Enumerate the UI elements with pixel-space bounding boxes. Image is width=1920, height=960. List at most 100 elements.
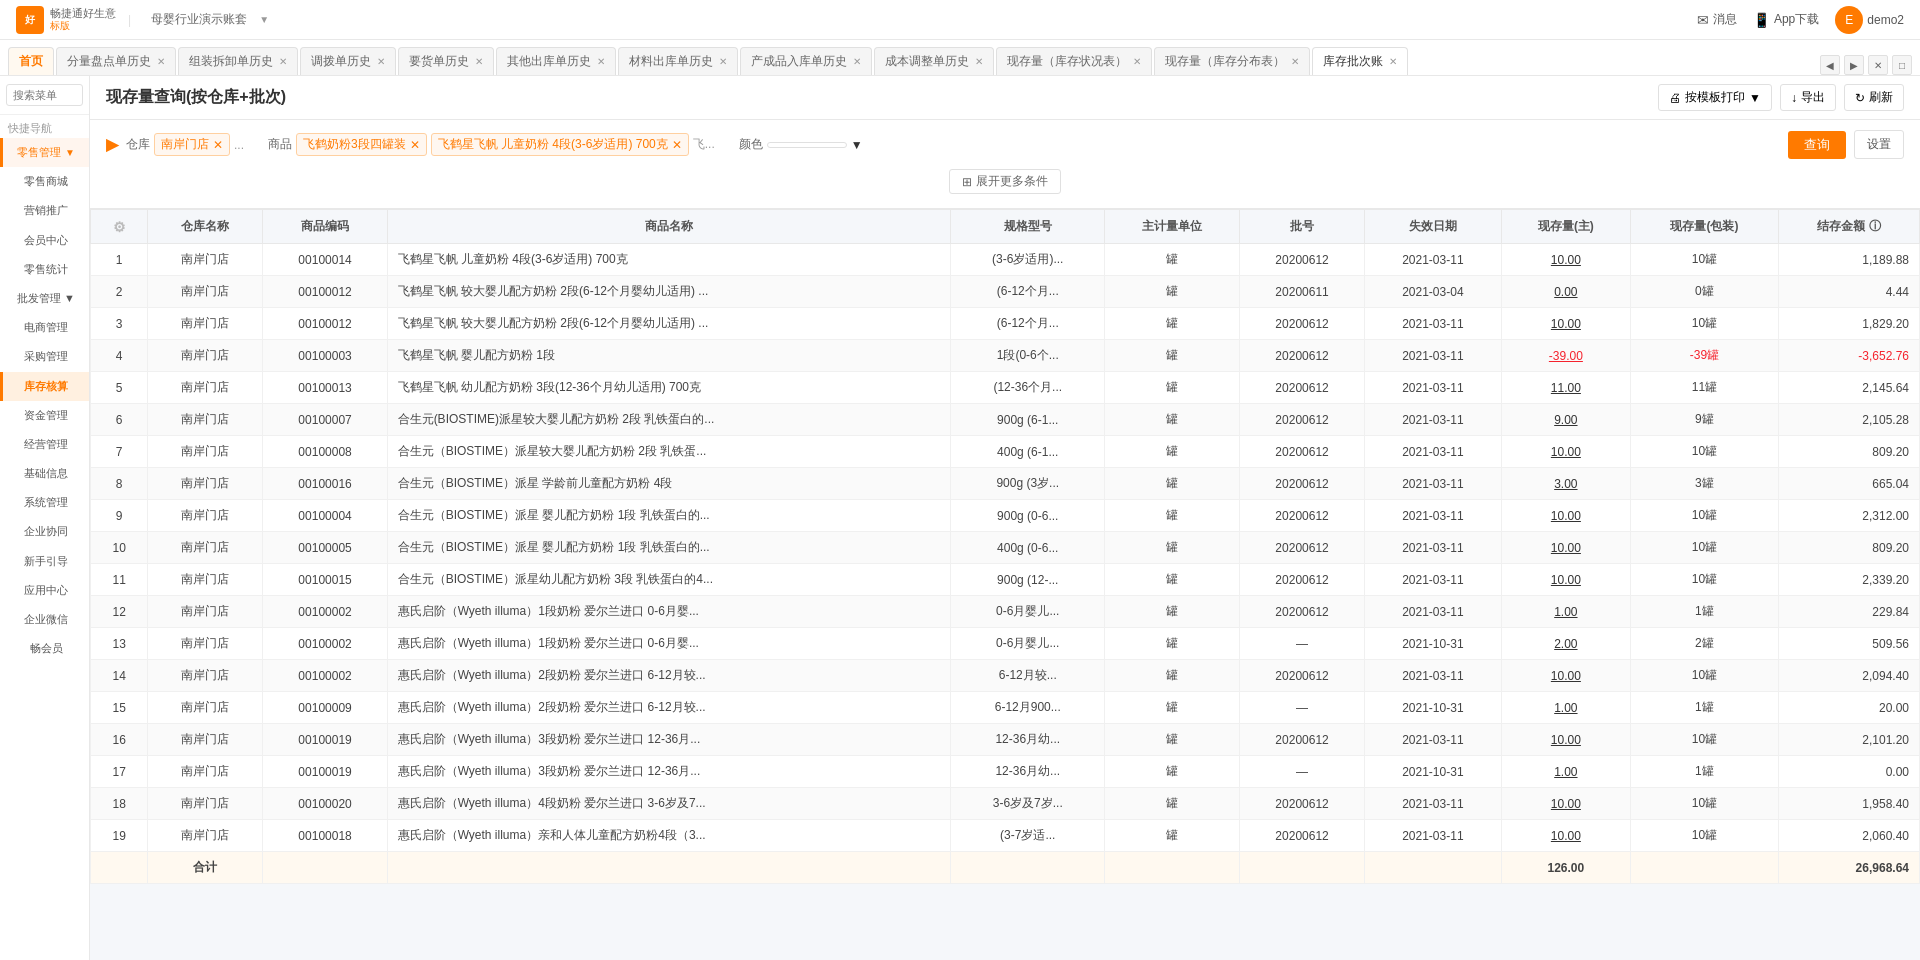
app-download-btn[interactable]: 📱 App下载 xyxy=(1753,11,1819,28)
td-qty-main[interactable]: -39.00 xyxy=(1502,340,1631,372)
td-qty-main[interactable]: 10.00 xyxy=(1502,724,1631,756)
breadcrumb-dropdown-icon[interactable]: ▼ xyxy=(259,14,269,25)
tab-close-icon[interactable]: ✕ xyxy=(1133,56,1141,67)
sidebar-item-jichu[interactable]: 基础信息 xyxy=(0,459,89,488)
sidebar-item-xinshou[interactable]: 新手引导 xyxy=(0,547,89,576)
tab-fenliangpandian[interactable]: 分量盘点单历史 ✕ xyxy=(56,47,176,75)
warehouse-tag-nanan[interactable]: 南岸门店 ✕ xyxy=(154,133,230,156)
logo-area: 好 畅捷通好生意 标版 xyxy=(16,6,116,34)
td-qty-main[interactable]: 10.00 xyxy=(1502,500,1631,532)
export-btn[interactable]: ↓ 导出 xyxy=(1780,84,1836,111)
query-btn[interactable]: 查询 xyxy=(1788,131,1846,159)
tab-yaohuo[interactable]: 要货单历史 ✕ xyxy=(398,47,494,75)
tab-xiancunliang1[interactable]: 现存量（库存状况表） ✕ xyxy=(996,47,1152,75)
sidebar-item-jingying[interactable]: 经营管理 xyxy=(0,430,89,459)
warehouse-tag-remove-icon[interactable]: ✕ xyxy=(213,138,223,152)
td-qty-main[interactable]: 10.00 xyxy=(1502,820,1631,852)
sidebar-item-lingshoutongji[interactable]: 零售统计 xyxy=(0,255,89,284)
sidebar-item-caigou[interactable]: 采购管理 xyxy=(0,342,89,371)
td-no: 7 xyxy=(91,436,148,468)
message-btn[interactable]: ✉ 消息 xyxy=(1697,11,1737,28)
sidebar-item-zijin[interactable]: 资金管理 xyxy=(0,401,89,430)
td-qty-main[interactable]: 10.00 xyxy=(1502,532,1631,564)
td-no: 3 xyxy=(91,308,148,340)
tab-chanpin[interactable]: 产成品入库单历史 ✕ xyxy=(740,47,872,75)
color-dropdown[interactable] xyxy=(767,142,847,148)
td-warehouse: 南岸门店 xyxy=(148,468,263,500)
tab-close-all-btn[interactable]: ✕ xyxy=(1868,55,1888,75)
sidebar-item-qiye[interactable]: 企业协同 xyxy=(0,517,89,546)
tab-close-icon[interactable]: ✕ xyxy=(1389,56,1397,67)
tab-close-icon[interactable]: ✕ xyxy=(1291,56,1299,67)
td-qty-main[interactable]: 10.00 xyxy=(1502,564,1631,596)
product-tag2-remove-icon[interactable]: ✕ xyxy=(672,138,682,152)
tab-close-icon[interactable]: ✕ xyxy=(597,56,605,67)
sidebar-item-lingshoulguanli[interactable]: 零售管理 ▼ xyxy=(0,138,89,167)
warehouse-more[interactable]: ... xyxy=(234,138,244,152)
td-qty-main[interactable]: 0.00 xyxy=(1502,276,1631,308)
tab-home[interactable]: 首页 xyxy=(8,47,54,75)
td-qty-main[interactable]: 1.00 xyxy=(1502,596,1631,628)
sidebar-item-wechat[interactable]: 企业微信 xyxy=(0,605,89,634)
sidebar-item-lingshoucheng[interactable]: 零售商城 xyxy=(0,167,89,196)
td-qty-main[interactable]: 10.00 xyxy=(1502,436,1631,468)
th-settings[interactable]: ⚙ xyxy=(91,210,148,244)
sidebar-item-changhui[interactable]: 畅会员 xyxy=(0,634,89,663)
product-tag-1[interactable]: 飞鹤奶粉3段四罐装 ✕ xyxy=(296,133,427,156)
sidebar-item-pifaguanli[interactable]: 批发管理 ▼ xyxy=(0,284,89,313)
tab-chengben[interactable]: 成本调整单历史 ✕ xyxy=(874,47,994,75)
template-print-btn[interactable]: 🖨 按模板打印 ▼ xyxy=(1658,84,1772,111)
td-qty-main[interactable]: 9.00 xyxy=(1502,404,1631,436)
tab-maximize-btn[interactable]: □ xyxy=(1892,55,1912,75)
td-qty-main[interactable]: 3.00 xyxy=(1502,468,1631,500)
product-tag-2[interactable]: 飞鹤星飞帆 儿童奶粉 4段(3-6岁适用) 700克 ✕ xyxy=(431,133,689,156)
td-name: 惠氏启阶（Wyeth illuma）2段奶粉 爱尔兰进口 6-12月较... xyxy=(387,660,951,692)
tab-cailiao[interactable]: 材料出库单历史 ✕ xyxy=(618,47,738,75)
td-qty-main[interactable]: 10.00 xyxy=(1502,308,1631,340)
tab-qitachuku[interactable]: 其他出库单历史 ✕ xyxy=(496,47,616,75)
filter-toggle-btn[interactable]: ▶ xyxy=(106,135,118,154)
td-qty-main[interactable]: 1.00 xyxy=(1502,692,1631,724)
sidebar-item-yingxiao[interactable]: 营销推广 xyxy=(0,196,89,225)
table-row: 15 南岸门店 00100009 惠氏启阶（Wyeth illuma）2段奶粉 … xyxy=(91,692,1920,724)
expand-more-btn[interactable]: ⊞ 展开更多条件 xyxy=(949,169,1061,194)
tab-diaobodanh[interactable]: 调拨单历史 ✕ xyxy=(300,47,396,75)
td-warehouse: 南岸门店 xyxy=(148,788,263,820)
tab-close-icon[interactable]: ✕ xyxy=(279,56,287,67)
product-tag1-remove-icon[interactable]: ✕ xyxy=(410,138,420,152)
tab-close-icon[interactable]: ✕ xyxy=(853,56,861,67)
td-qty-main[interactable]: 2.00 xyxy=(1502,628,1631,660)
sidebar-item-xitong[interactable]: 系统管理 xyxy=(0,488,89,517)
tab-close-icon[interactable]: ✕ xyxy=(975,56,983,67)
tab-scroll-left-btn[interactable]: ◀ xyxy=(1820,55,1840,75)
page-title: 现存量查询(按仓库+批次) xyxy=(106,87,286,108)
td-qty-main[interactable]: 11.00 xyxy=(1502,372,1631,404)
tab-close-icon[interactable]: ✕ xyxy=(377,56,385,67)
tab-kucunpici[interactable]: 库存批次账 ✕ xyxy=(1312,47,1408,75)
settings-icon[interactable]: ⚙ xyxy=(113,219,126,235)
tab-close-icon[interactable]: ✕ xyxy=(475,56,483,67)
td-expire: 2021-03-11 xyxy=(1364,596,1502,628)
tab-close-icon[interactable]: ✕ xyxy=(157,56,165,67)
tab-close-icon[interactable]: ✕ xyxy=(719,56,727,67)
sidebar-item-yingyong[interactable]: 应用中心 xyxy=(0,576,89,605)
td-batch: 20200612 xyxy=(1240,788,1364,820)
td-qty-main[interactable]: 1.00 xyxy=(1502,756,1631,788)
product-more[interactable]: 飞... xyxy=(693,136,715,153)
refresh-btn[interactable]: ↻ 刷新 xyxy=(1844,84,1904,111)
tab-scroll-right-btn[interactable]: ▶ xyxy=(1844,55,1864,75)
user-area[interactable]: E demo2 xyxy=(1835,6,1904,34)
td-qty-main[interactable]: 10.00 xyxy=(1502,660,1631,692)
sidebar-item-huiyuan[interactable]: 会员中心 xyxy=(0,226,89,255)
td-warehouse: 南岸门店 xyxy=(148,500,263,532)
setting-btn[interactable]: 设置 xyxy=(1854,130,1904,159)
tab-zuzhuangchaijian[interactable]: 组装拆卸单历史 ✕ xyxy=(178,47,298,75)
td-qty-main[interactable]: 10.00 xyxy=(1502,244,1631,276)
tab-xiancunliang2[interactable]: 现存量（库存分布表） ✕ xyxy=(1154,47,1310,75)
sidebar-item-dianshang[interactable]: 电商管理 xyxy=(0,313,89,342)
search-input[interactable] xyxy=(6,84,83,106)
td-code: 00100003 xyxy=(263,340,387,372)
td-qty-main[interactable]: 10.00 xyxy=(1502,788,1631,820)
td-warehouse: 南岸门店 xyxy=(148,756,263,788)
sidebar-item-kucunhesuan[interactable]: 库存核算 xyxy=(0,372,89,401)
